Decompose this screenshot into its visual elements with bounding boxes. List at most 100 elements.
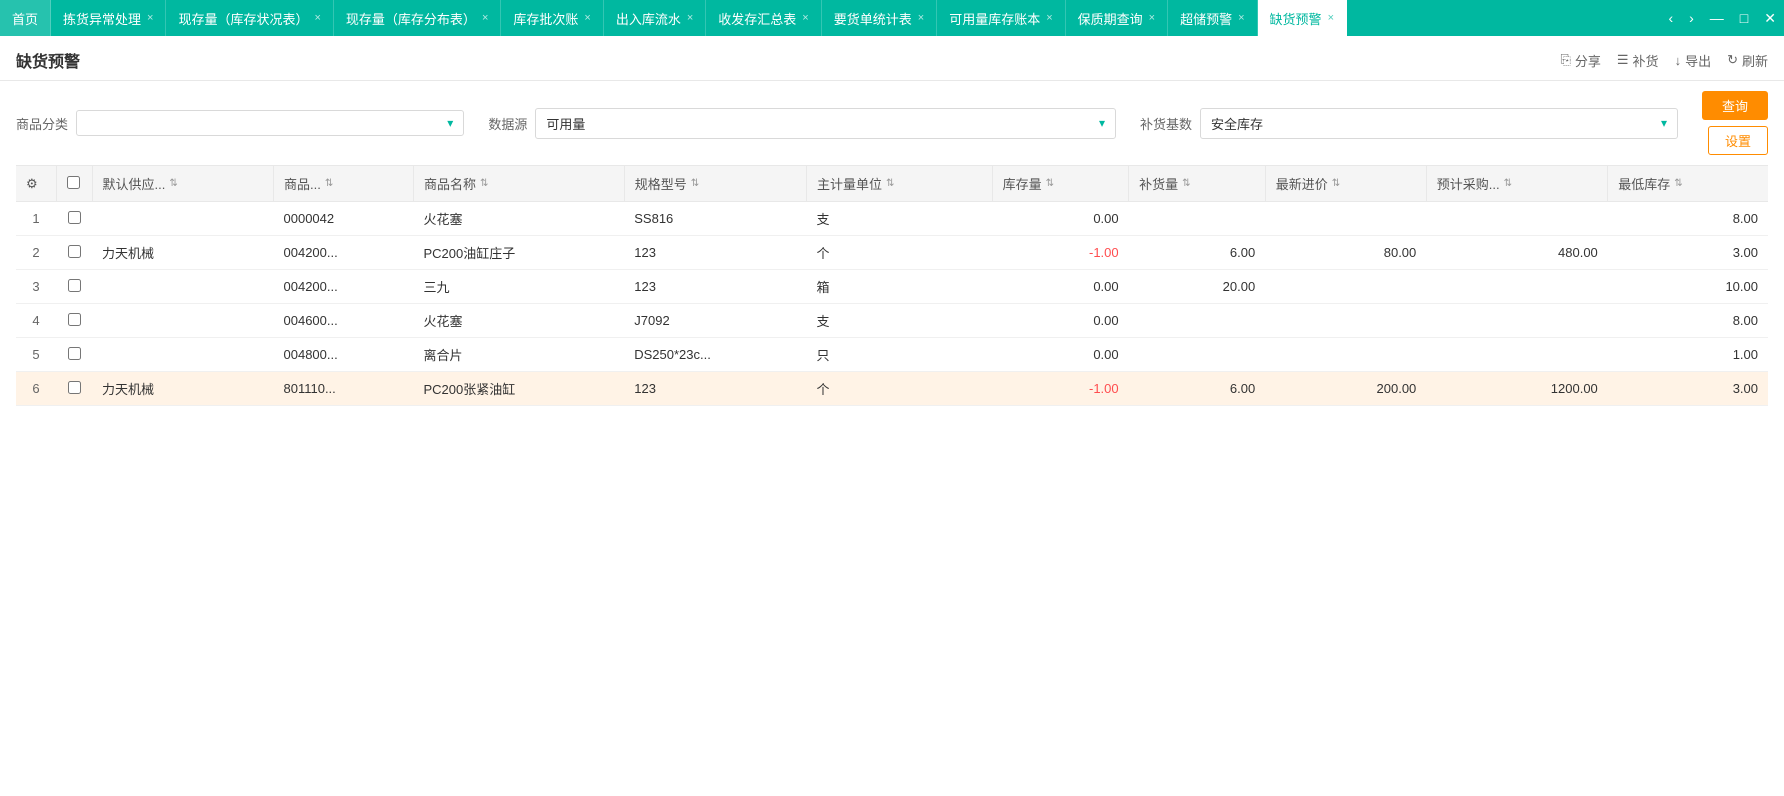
col-header-unit[interactable]: 主计量单位⇅ — [806, 166, 992, 202]
settings-button[interactable]: 设置 — [1708, 126, 1768, 155]
checkbox-input-4[interactable] — [68, 347, 81, 360]
col-header-supplier[interactable]: 默认供应...⇅ — [92, 166, 274, 202]
row-product-code-2: 004200... — [274, 270, 414, 304]
datasource-select[interactable]: 可用量 ▾ — [535, 108, 1116, 139]
col-header-replenish[interactable]: 补货量⇅ — [1129, 166, 1266, 202]
nav-tab-pick-exception[interactable]: 拣货异常处理× — [51, 0, 166, 36]
row-stock-5: -1.00 — [992, 372, 1129, 406]
col-sort-product_code[interactable]: 商品...⇅ — [284, 174, 403, 193]
row-min-stock-5: 3.00 — [1608, 372, 1768, 406]
col-sort-min_stock[interactable]: 最低库存⇅ — [1618, 174, 1758, 193]
replenish-base-select[interactable]: 安全库存 ▾ — [1200, 108, 1678, 139]
row-spec-2: 123 — [624, 270, 806, 304]
close-tab-inventory-dist[interactable]: × — [482, 12, 488, 24]
checkbox-input-2[interactable] — [68, 279, 81, 292]
col-sort-latest_price[interactable]: 最新进价 ⇅ — [1276, 174, 1416, 193]
row-latest-price-4 — [1265, 338, 1426, 372]
close-tab-inventory-status[interactable]: × — [314, 12, 320, 24]
row-min-stock-0: 8.00 — [1608, 202, 1768, 236]
nav-tab-flow[interactable]: 出入库流水× — [604, 0, 706, 36]
col-header-est_purchase[interactable]: 预计采购...⇅ — [1426, 166, 1608, 202]
nav-arrow-left[interactable]: ‹ — [1660, 0, 1681, 36]
header-actions: ⎘ 分享 ☰ 补货 ↓ 导出 ↻ 刷新 — [1560, 51, 1768, 70]
col-label-stock: 库存量 — [1003, 174, 1042, 193]
row-index-5: 6 — [16, 372, 56, 406]
col-sort-est_purchase[interactable]: 预计采购...⇅ — [1437, 174, 1598, 193]
nav-tab-expiry[interactable]: 保质期查询× — [1066, 0, 1168, 36]
close-tab-order-stats[interactable]: × — [918, 12, 924, 24]
nav-tab-inventory-status[interactable]: 现存量（库存状况表）× — [166, 0, 333, 36]
sort-icon-stock: ⇅ — [1046, 178, 1054, 189]
row-checkbox-1[interactable] — [56, 236, 92, 270]
row-checkbox-0[interactable] — [56, 202, 92, 236]
checkbox-input-1[interactable] — [68, 245, 81, 258]
nav-tab-available[interactable]: 可用量库存账本× — [937, 0, 1065, 36]
sort-icon-latest_price: ⇅ — [1332, 178, 1340, 189]
col-header-product_name[interactable]: 商品名称⇅ — [413, 166, 624, 202]
col-sort-unit[interactable]: 主计量单位⇅ — [817, 174, 982, 193]
col-sort-stock[interactable]: 库存量 ⇅ — [1003, 174, 1119, 193]
col-header-product_code[interactable]: 商品...⇅ — [274, 166, 414, 202]
refresh-action[interactable]: ↻ 刷新 — [1727, 51, 1768, 70]
close-tab-expiry[interactable]: × — [1149, 12, 1155, 24]
top-navigation: 首页拣货异常处理×现存量（库存状况表）×现存量（库存分布表）×库存批次账×出入库… — [0, 0, 1784, 36]
window-minimize[interactable]: — — [1702, 0, 1732, 36]
gear-icon[interactable]: ⚙ — [26, 176, 38, 191]
row-latest-price-2 — [1265, 270, 1426, 304]
nav-tab-batch-account[interactable]: 库存批次账× — [501, 0, 603, 36]
col-header-stock[interactable]: 库存量 ⇅ — [992, 166, 1129, 202]
col-label-latest_price: 最新进价 — [1276, 174, 1328, 193]
row-est-purchase-3 — [1426, 304, 1608, 338]
checkbox-input-0[interactable] — [68, 211, 81, 224]
nav-tab-order-stats[interactable]: 要货单统计表× — [822, 0, 937, 36]
category-select[interactable]: ▾ — [76, 110, 464, 136]
sort-icon-product_name: ⇅ — [480, 178, 488, 189]
close-tab-pick-exception[interactable]: × — [147, 12, 153, 24]
close-tab-batch-account[interactable]: × — [584, 12, 590, 24]
close-tab-available[interactable]: × — [1046, 12, 1052, 24]
col-sort-replenish[interactable]: 补货量⇅ — [1139, 174, 1255, 193]
row-replenish-2: 20.00 — [1129, 270, 1266, 304]
row-checkbox-3[interactable] — [56, 304, 92, 338]
row-checkbox-2[interactable] — [56, 270, 92, 304]
col-label-spec: 规格型号 — [635, 174, 687, 193]
checkbox-input-3[interactable] — [68, 313, 81, 326]
row-supplier-2 — [92, 270, 274, 304]
row-spec-1: 123 — [624, 236, 806, 270]
row-index-2: 3 — [16, 270, 56, 304]
nav-tab-shortage[interactable]: 缺货预警× — [1258, 0, 1347, 36]
row-checkbox-5[interactable] — [56, 372, 92, 406]
nav-tab-summary[interactable]: 收发存汇总表× — [706, 0, 821, 36]
close-tab-flow[interactable]: × — [687, 12, 693, 24]
nav-tab-overstock[interactable]: 超储预警× — [1168, 0, 1257, 36]
row-min-stock-2: 10.00 — [1608, 270, 1768, 304]
col-sort-product_name[interactable]: 商品名称⇅ — [424, 174, 614, 193]
col-header-min_stock[interactable]: 最低库存⇅ — [1608, 166, 1768, 202]
share-action[interactable]: ⎘ 分享 — [1560, 51, 1600, 70]
checkbox-input-5[interactable] — [68, 381, 81, 394]
window-close[interactable]: ✕ — [1756, 0, 1784, 36]
nav-tab-home[interactable]: 首页 — [0, 0, 51, 36]
col-sort-supplier[interactable]: 默认供应...⇅ — [103, 174, 264, 193]
nav-arrow-right[interactable]: › — [1681, 0, 1702, 36]
nav-tab-inventory-dist[interactable]: 现存量（库存分布表）× — [334, 0, 501, 36]
row-est-purchase-5: 1200.00 — [1426, 372, 1608, 406]
close-tab-overstock[interactable]: × — [1238, 12, 1244, 24]
query-button[interactable]: 查询 — [1702, 91, 1768, 120]
select-all-checkbox[interactable] — [67, 176, 80, 189]
col-sort-spec[interactable]: 规格型号⇅ — [635, 174, 796, 193]
row-latest-price-0 — [1265, 202, 1426, 236]
row-stock-1: -1.00 — [992, 236, 1129, 270]
col-label-replenish: 补货量 — [1139, 174, 1178, 193]
datasource-filter-group: 数据源 可用量 ▾ — [488, 108, 1116, 139]
close-tab-summary[interactable]: × — [802, 12, 808, 24]
row-checkbox-4[interactable] — [56, 338, 92, 372]
close-tab-shortage[interactable]: × — [1328, 12, 1334, 24]
replenish-action[interactable]: ☰ 补货 — [1617, 51, 1659, 70]
window-maximize[interactable]: □ — [1732, 0, 1756, 36]
sort-icon-product_code: ⇅ — [325, 178, 333, 189]
row-est-purchase-0 — [1426, 202, 1608, 236]
col-header-spec[interactable]: 规格型号⇅ — [624, 166, 806, 202]
col-header-latest_price[interactable]: 最新进价 ⇅ — [1265, 166, 1426, 202]
export-action[interactable]: ↓ 导出 — [1675, 51, 1712, 70]
